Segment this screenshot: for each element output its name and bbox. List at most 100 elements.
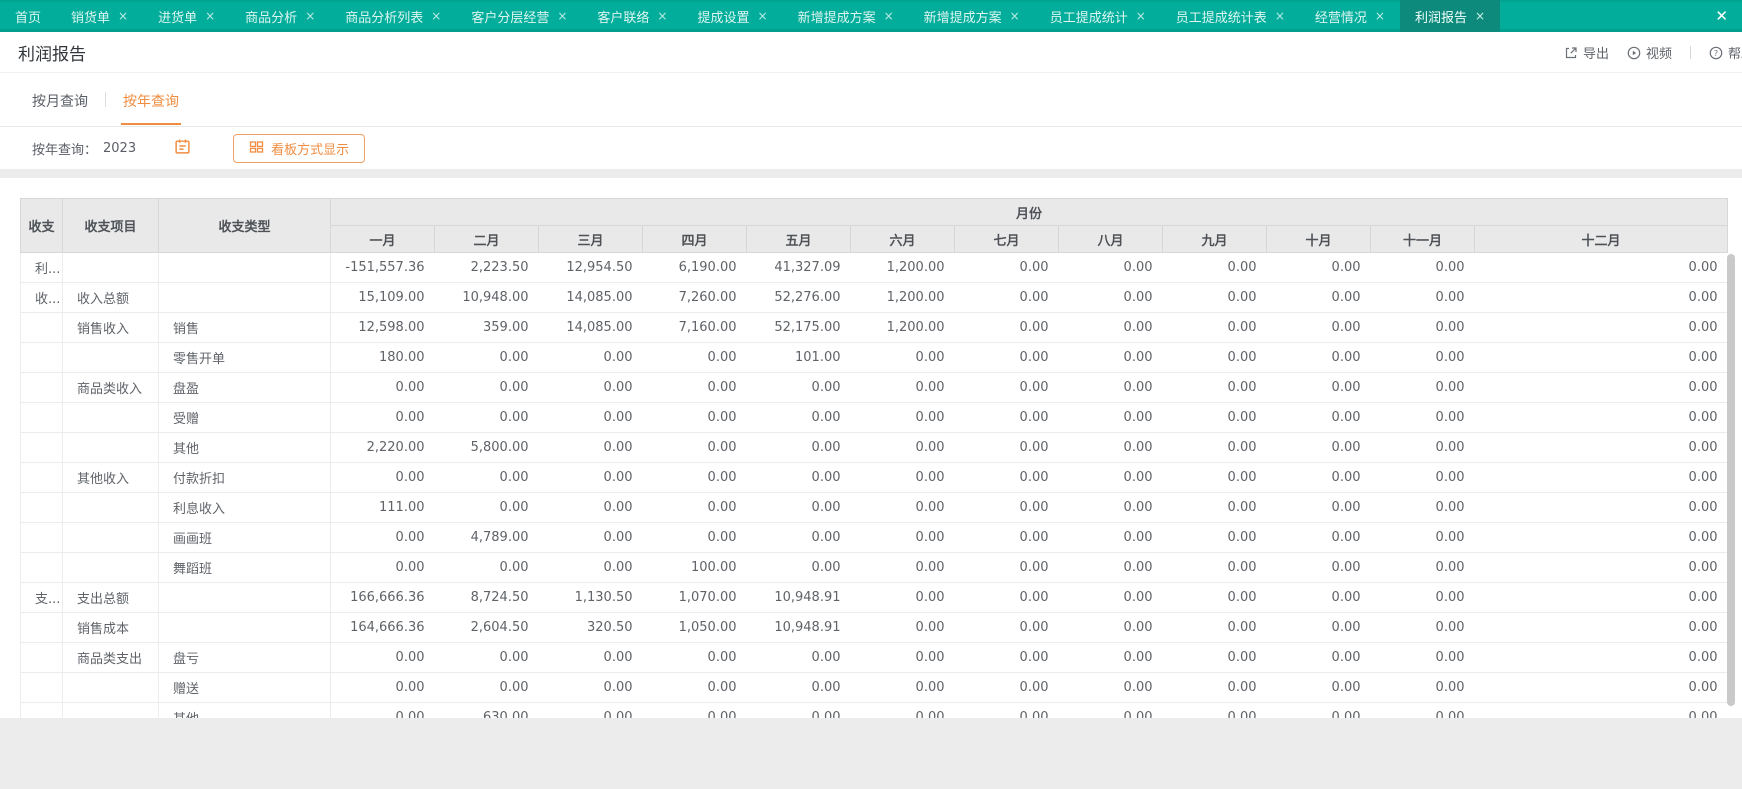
row-label-cell: 其他收入 [62, 462, 159, 493]
tab-yearly-query[interactable]: 按年查询 [121, 75, 181, 125]
value-cell: 0.00 [954, 282, 1059, 313]
value-cell: 0.00 [538, 342, 643, 373]
app-tab[interactable]: 商品分析 × [230, 0, 330, 32]
app-tab[interactable]: 利润报告 × [1399, 0, 1501, 32]
help-button[interactable]: ? 帮助 [1709, 43, 1742, 62]
app-tab[interactable]: 客户分层经营 × [456, 0, 582, 32]
video-button[interactable]: 视频 [1627, 43, 1672, 62]
table-row: 支... 支出总额 166,666.36 8,724.50 1,130.50 1,070.… [20, 582, 1728, 613]
value-cell: 12,954.50 [538, 252, 643, 283]
value-cell: 0.00 [1266, 372, 1371, 403]
month-header-cell: 十月 [1266, 225, 1371, 253]
vertical-scrollbar[interactable] [1727, 254, 1735, 706]
value-cell: 0.00 [1370, 612, 1475, 643]
app-tab[interactable]: 新增提成方案 × [783, 0, 909, 32]
value-cell: 0.00 [330, 702, 435, 718]
tab-close-icon[interactable]: × [557, 9, 567, 23]
value-cell: 0.00 [1058, 342, 1163, 373]
close-all-tabs-icon[interactable]: ✕ [1715, 0, 1728, 32]
row-label-cell [62, 672, 159, 703]
value-cell: 0.00 [850, 672, 955, 703]
app-tab[interactable]: 商品分析列表 × [330, 0, 456, 32]
profit-report-panel: 收支 收支项目 收支类型 月份 一月 二月 三月 四月 五月 六月 七月 八月 九月 十月 十一月十… [0, 178, 1742, 718]
tab-close-icon[interactable]: × [1475, 9, 1485, 23]
tab-close-icon[interactable]: × [657, 9, 667, 23]
value-cell: 0.00 [850, 342, 955, 373]
value-cell: 0.00 [746, 402, 851, 433]
value-cell: 1,070.00 [642, 582, 747, 613]
export-icon [1564, 46, 1578, 60]
tab-close-icon[interactable]: × [1275, 9, 1285, 23]
tab-close-icon[interactable]: × [118, 9, 128, 23]
tab-close-icon[interactable]: × [305, 9, 315, 23]
app-tab[interactable]: 销货单 × [56, 0, 143, 32]
value-cell: 0.00 [1474, 252, 1728, 283]
board-view-button[interactable]: 看板方式显示 [233, 133, 366, 163]
value-cell: 0.00 [1058, 492, 1163, 523]
app-tab[interactable]: 客户联络 × [582, 0, 682, 32]
tab-close-icon[interactable]: × [1136, 9, 1146, 23]
app-tab[interactable]: 员工提成统计表 × [1161, 0, 1300, 32]
app-tab[interactable]: 首页 [0, 0, 56, 32]
table-row: 利息收入 111.00 0.00 0.00 0.00 0.00 0.00 0.00 0.00 0.… [20, 492, 1728, 523]
value-cell: 0.00 [1162, 492, 1267, 523]
value-cell: 0.00 [850, 612, 955, 643]
row-label-cell [20, 402, 63, 433]
app-tab[interactable]: 进货单 × [143, 0, 230, 32]
row-label-cell [62, 252, 159, 283]
value-cell: 0.00 [642, 642, 747, 673]
row-label-cell [158, 612, 331, 643]
tab-close-icon[interactable]: × [884, 9, 894, 23]
row-label-cell [20, 522, 63, 553]
row-label-cell: 画画班 [158, 522, 331, 553]
col-header-item: 收支项目 [62, 198, 159, 253]
table-row: 销售收入 销售 12,598.00 359.00 14,085.00 7,160.00 52… [20, 312, 1728, 343]
value-cell: 0.00 [538, 702, 643, 718]
tab-close-icon[interactable]: × [205, 9, 215, 23]
tab-close-icon[interactable]: × [1375, 9, 1385, 23]
section-gap [0, 169, 1742, 178]
row-label-cell: 利... [20, 252, 63, 283]
month-header-cell: 一月 [330, 225, 435, 253]
month-header-cell: 十二月 [1474, 225, 1728, 253]
value-cell: 0.00 [1162, 612, 1267, 643]
calendar-picker-button[interactable] [174, 138, 191, 159]
year-value[interactable]: 2023 [103, 141, 136, 156]
value-cell: 0.00 [850, 432, 955, 463]
tab-monthly-query[interactable]: 按月查询 [30, 75, 90, 125]
table-row: 销售成本 164,666.36 2,604.50 320.50 1,050.00 10,9… [20, 612, 1728, 643]
app-tab[interactable]: 新增提成方案 × [909, 0, 1035, 32]
value-cell: 2,220.00 [330, 432, 435, 463]
value-cell: 0.00 [1266, 402, 1371, 433]
value-cell: 0.00 [330, 372, 435, 403]
export-button[interactable]: 导出 [1564, 43, 1609, 62]
month-header-cell: 六月 [850, 225, 955, 253]
calendar-icon [174, 138, 191, 159]
app-tab[interactable]: 员工提成统计 × [1035, 0, 1161, 32]
value-cell: 0.00 [1162, 372, 1267, 403]
value-cell: 0.00 [1266, 252, 1371, 283]
report-table-body: 利... -151,557.36 2,223.50 12,954.50 6,190.00… [20, 252, 1728, 718]
tab-close-icon[interactable]: × [758, 9, 768, 23]
value-cell: 0.00 [538, 492, 643, 523]
app-tab[interactable]: 提成设置 × [682, 0, 782, 32]
app-tab-label: 新增提成方案 [923, 10, 1002, 26]
row-label-cell [62, 432, 159, 463]
value-cell: 0.00 [954, 402, 1059, 433]
value-cell: 5,800.00 [434, 432, 539, 463]
tab-close-icon[interactable]: × [431, 9, 441, 23]
value-cell: 2,223.50 [434, 252, 539, 283]
row-label-cell: 赠送 [158, 672, 331, 703]
value-cell: 0.00 [1266, 702, 1371, 718]
value-cell: 0.00 [1474, 702, 1728, 718]
table-row: 赠送 0.00 0.00 0.00 0.00 0.00 0.00 0.00 0.00 0.00 0.… [20, 672, 1728, 703]
row-label-cell [20, 372, 63, 403]
row-label-cell: 商品类收入 [62, 372, 159, 403]
value-cell: 10,948.91 [746, 582, 851, 613]
tab-close-icon[interactable]: × [1010, 9, 1020, 23]
value-cell: 0.00 [1266, 552, 1371, 583]
app-tab[interactable]: 经营情况 × [1300, 0, 1400, 32]
value-cell: 52,276.00 [746, 282, 851, 313]
value-cell: 0.00 [1474, 642, 1728, 673]
row-label-cell [158, 252, 331, 283]
